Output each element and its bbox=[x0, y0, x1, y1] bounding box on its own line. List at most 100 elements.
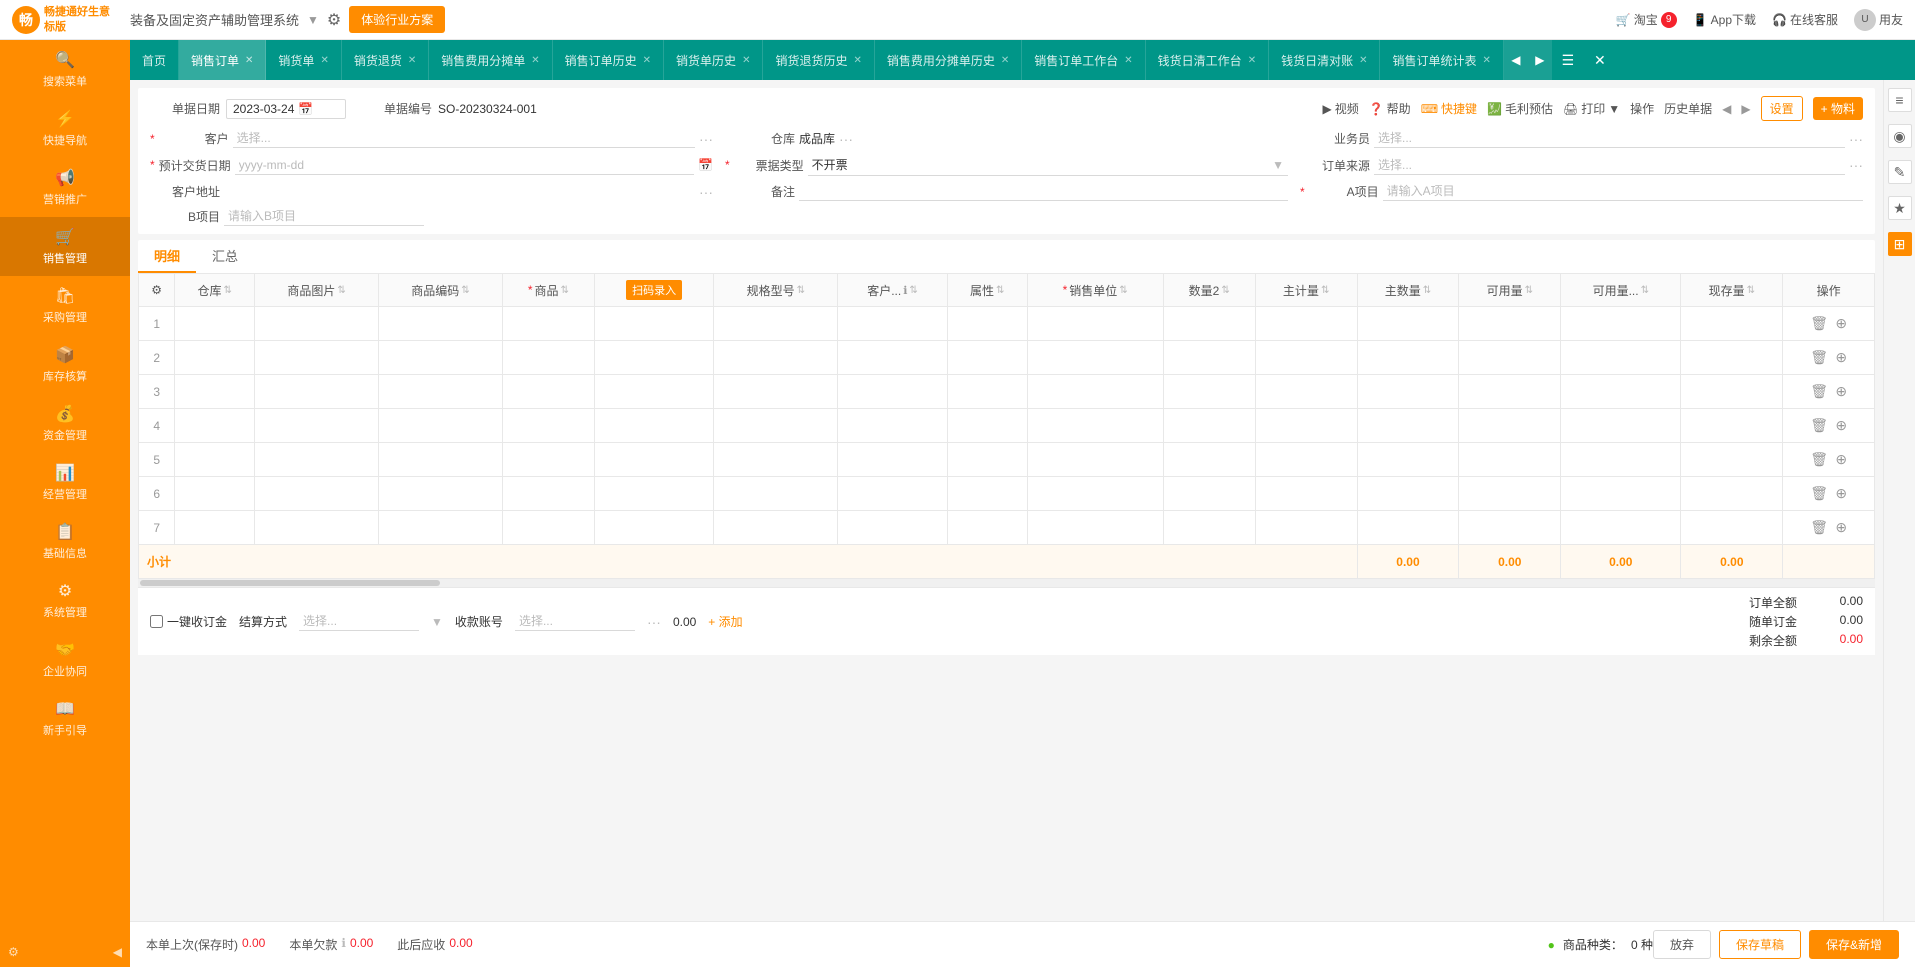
delete-row-button[interactable]: 🗑 bbox=[1810, 383, 1828, 400]
mall-link[interactable]: 🛒 淘宝 9 bbox=[1616, 11, 1677, 28]
nav-prev-arrow[interactable]: ◀ bbox=[1504, 40, 1528, 80]
copy-row-button[interactable]: ⊕ bbox=[1835, 451, 1847, 468]
sidebar-item-marketing[interactable]: 📢 营销推广 bbox=[0, 158, 130, 217]
row-main-qty[interactable] bbox=[1357, 307, 1459, 341]
profit-btn[interactable]: 💹 毛利预估 bbox=[1487, 100, 1553, 117]
row-unit[interactable] bbox=[1027, 307, 1163, 341]
settings-icon[interactable]: ⚙ bbox=[327, 10, 341, 30]
history-btn[interactable]: 历史单据 bbox=[1664, 100, 1712, 117]
tab-home[interactable]: 首页 bbox=[130, 40, 179, 80]
tab-daily-workbench[interactable]: 钱货日清工作台 ✕ bbox=[1146, 40, 1269, 80]
add-button[interactable]: + 添加 bbox=[708, 613, 742, 630]
view-btn[interactable]: ▶ 视频 bbox=[1322, 100, 1358, 117]
sidebar-item-enterprise[interactable]: 🤝 企业协同 bbox=[0, 630, 130, 689]
copy-row-button[interactable]: ⊕ bbox=[1835, 417, 1847, 434]
tab-close-icon[interactable]: ✕ bbox=[408, 55, 416, 66]
help-btn[interactable]: ❓ 帮助 bbox=[1369, 100, 1411, 117]
tab-sales-order[interactable]: 销售订单 ✕ bbox=[179, 40, 266, 80]
tab-expense-history[interactable]: 销售费用分摊单历史 ✕ bbox=[875, 40, 1022, 80]
row-stock[interactable] bbox=[1681, 307, 1783, 341]
nav-close-icon[interactable]: ✕ bbox=[1584, 40, 1616, 80]
dropdown-arrow-icon[interactable]: ▼ bbox=[307, 13, 319, 27]
tab-sales-order-history[interactable]: 销售订单历史 ✕ bbox=[553, 40, 664, 80]
row-customer-code[interactable] bbox=[838, 307, 948, 341]
tab-close-icon[interactable]: ✕ bbox=[742, 55, 750, 66]
this-order-info-icon[interactable]: ℹ bbox=[341, 936, 346, 953]
operation-btn[interactable]: 操作 bbox=[1630, 100, 1654, 117]
tab-close-icon[interactable]: ✕ bbox=[1483, 55, 1491, 66]
row-qty2[interactable] bbox=[1163, 307, 1255, 341]
customer-input[interactable] bbox=[233, 129, 695, 148]
staff-input[interactable] bbox=[1374, 129, 1845, 148]
nav-prev-icon[interactable]: ◀ bbox=[1722, 102, 1731, 116]
delivery-input[interactable] bbox=[235, 156, 694, 175]
one-click-checkbox[interactable] bbox=[150, 615, 163, 628]
tab-close-icon[interactable]: ✕ bbox=[853, 55, 861, 66]
order-source-input[interactable] bbox=[1374, 156, 1845, 175]
b-project-input[interactable] bbox=[224, 207, 424, 226]
tab-close-icon[interactable]: ✕ bbox=[643, 55, 651, 66]
tab-sales-invoice[interactable]: 销货单 ✕ bbox=[266, 40, 341, 80]
horizontal-scrollbar[interactable] bbox=[138, 579, 1875, 587]
tab-sales-stats[interactable]: 销售订单统计表 ✕ bbox=[1380, 40, 1503, 80]
print-btn[interactable]: 🖨 打印 ▼ bbox=[1563, 100, 1620, 117]
tab-summary[interactable]: 汇总 bbox=[196, 240, 254, 273]
industry-solution-button[interactable]: 体验行业方案 bbox=[349, 6, 445, 33]
tab-close-icon[interactable]: ✕ bbox=[245, 55, 253, 66]
row-main-unit[interactable] bbox=[1255, 307, 1357, 341]
nav-menu-icon[interactable]: ☰ bbox=[1552, 40, 1584, 80]
tab-daily-reconcile[interactable]: 钱货日清对账 ✕ bbox=[1269, 40, 1380, 80]
right-panel-qr-icon[interactable]: ⊞ bbox=[1888, 232, 1912, 256]
row-available2[interactable] bbox=[1561, 307, 1681, 341]
sidebar-item-finance[interactable]: 💰 资金管理 bbox=[0, 394, 130, 453]
warehouse-more-icon[interactable]: ··· bbox=[839, 131, 853, 147]
sidebar-item-purchase[interactable]: 🛍 采购管理 bbox=[0, 276, 130, 335]
row-product-code[interactable] bbox=[378, 307, 502, 341]
copy-row-button[interactable]: ⊕ bbox=[1835, 349, 1847, 366]
row-attribute[interactable] bbox=[947, 307, 1027, 341]
scroll-thumb[interactable] bbox=[140, 580, 440, 586]
row-product-img[interactable] bbox=[255, 307, 379, 341]
tab-return-history[interactable]: 销货退货历史 ✕ bbox=[763, 40, 874, 80]
tab-close-icon[interactable]: ✕ bbox=[1124, 55, 1132, 66]
account-more-icon[interactable]: ··· bbox=[647, 614, 661, 630]
a-project-input[interactable] bbox=[1383, 182, 1863, 201]
add-material-button[interactable]: + 物料 bbox=[1813, 97, 1863, 120]
customer-more-icon[interactable]: ··· bbox=[699, 131, 713, 147]
copy-row-button[interactable]: ⊕ bbox=[1835, 383, 1847, 400]
save-new-button[interactable]: 保存&新增 bbox=[1809, 930, 1899, 959]
row-warehouse[interactable] bbox=[175, 307, 255, 341]
delete-row-button[interactable]: 🗑 bbox=[1810, 519, 1828, 536]
tab-close-icon[interactable]: ✕ bbox=[531, 55, 539, 66]
delete-row-button[interactable]: 🗑 bbox=[1810, 485, 1828, 502]
tab-invoice-history[interactable]: 销货单历史 ✕ bbox=[664, 40, 763, 80]
user-menu[interactable]: U 用友 bbox=[1854, 9, 1903, 31]
app-download-link[interactable]: 📱 App下载 bbox=[1693, 11, 1756, 28]
payment-method-input[interactable] bbox=[299, 612, 419, 631]
copy-row-button[interactable]: ⊕ bbox=[1835, 519, 1847, 536]
sidebar-item-search[interactable]: 🔍 搜索菜单 bbox=[0, 40, 130, 99]
copy-row-button[interactable]: ⊕ bbox=[1835, 315, 1847, 332]
account-input[interactable] bbox=[515, 612, 635, 631]
online-service-link[interactable]: 🎧 在线客服 bbox=[1772, 11, 1838, 28]
sidebar-item-sales[interactable]: 🛒 销售管理 bbox=[0, 217, 130, 276]
info-icon[interactable]: ℹ bbox=[903, 284, 907, 297]
delete-row-button[interactable]: 🗑 bbox=[1810, 349, 1828, 366]
right-panel-record-icon[interactable]: ◉ bbox=[1888, 124, 1912, 148]
copy-row-button[interactable]: ⊕ bbox=[1835, 485, 1847, 502]
address-more-icon[interactable]: ··· bbox=[699, 184, 713, 200]
remark-input[interactable] bbox=[799, 182, 1288, 201]
tab-close-icon[interactable]: ✕ bbox=[1248, 55, 1256, 66]
order-source-more-icon[interactable]: ··· bbox=[1849, 157, 1863, 173]
nav-next-arrow[interactable]: ▶ bbox=[1528, 40, 1552, 80]
tab-close-icon[interactable]: ✕ bbox=[1359, 55, 1367, 66]
shortcut-btn[interactable]: ⌨ 快捷键 bbox=[1421, 100, 1477, 117]
settings-button[interactable]: 设置 bbox=[1761, 96, 1803, 121]
right-panel-star-icon[interactable]: ★ bbox=[1888, 196, 1912, 220]
row-available[interactable] bbox=[1459, 307, 1561, 341]
sidebar-item-system[interactable]: ⚙ 系统管理 bbox=[0, 571, 130, 630]
nav-next-icon[interactable]: ▶ bbox=[1741, 102, 1750, 116]
sidebar-item-operations[interactable]: 📊 经营管理 bbox=[0, 453, 130, 512]
date-input[interactable]: 2023-03-24 📅 bbox=[226, 99, 346, 119]
scan-button[interactable]: 扫码录入 bbox=[626, 280, 682, 300]
